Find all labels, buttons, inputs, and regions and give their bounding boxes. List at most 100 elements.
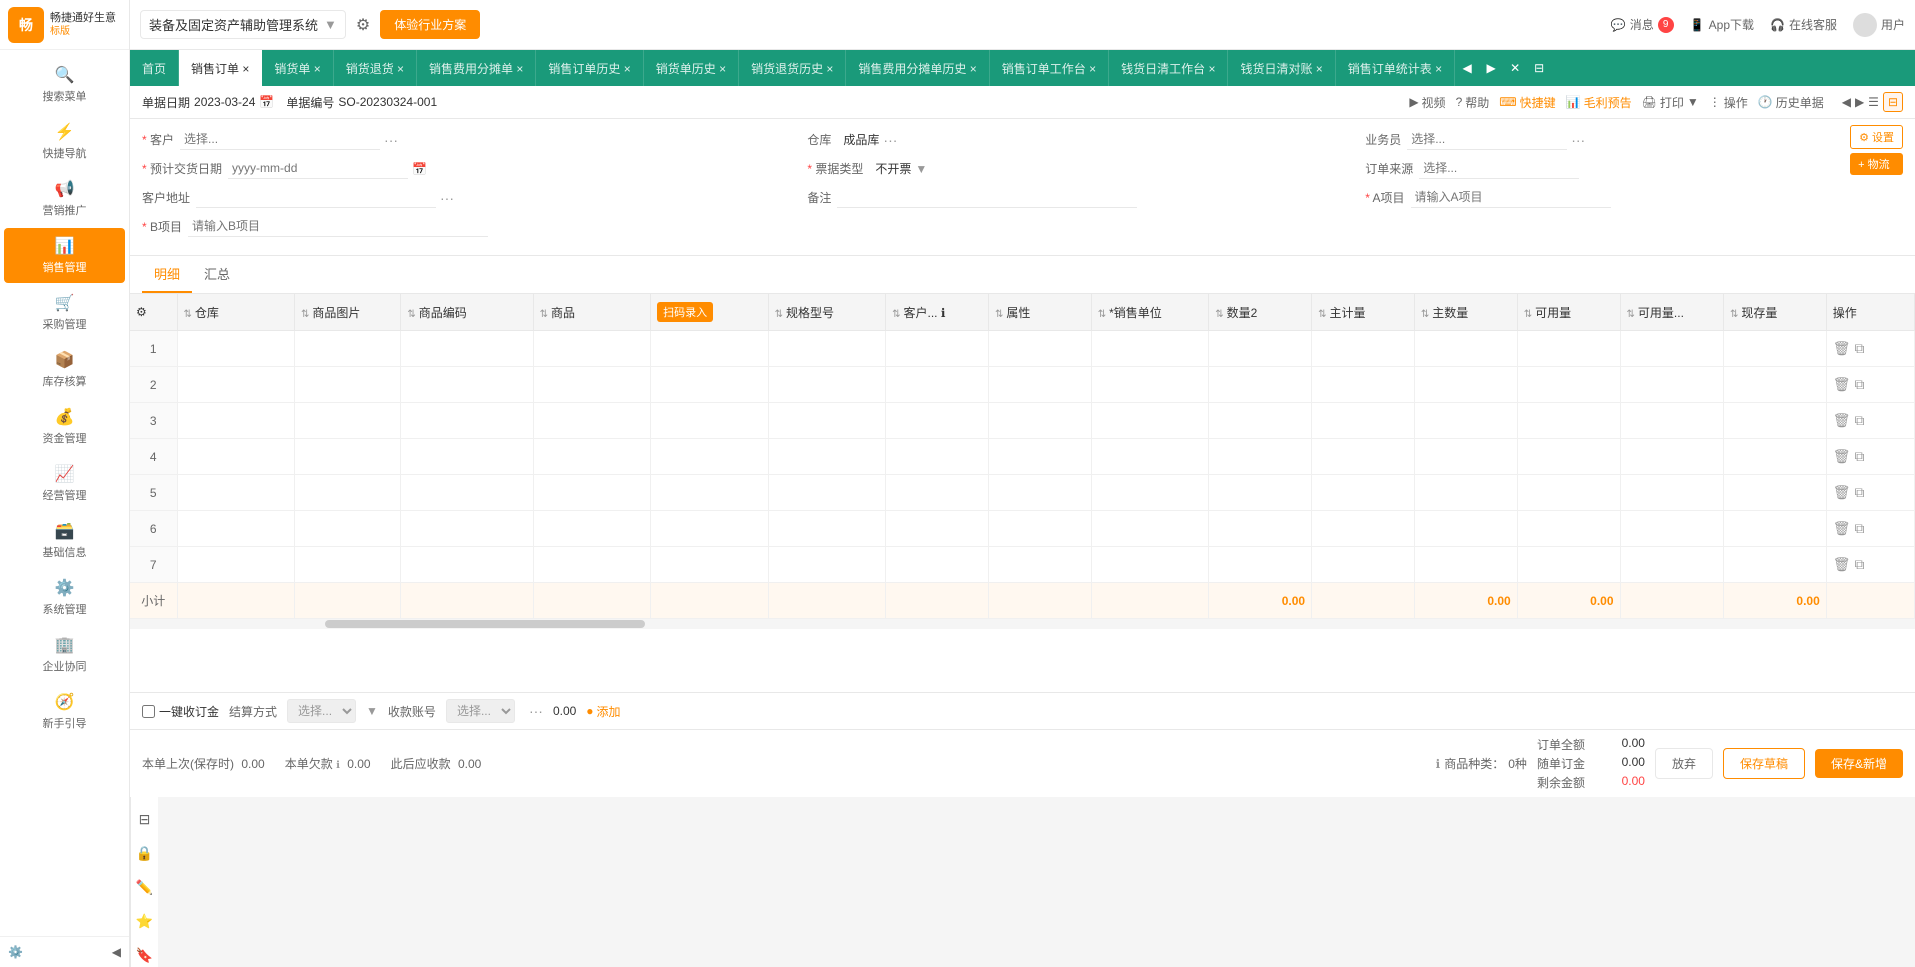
row-spec-2[interactable] [768, 367, 886, 403]
row-unit-1[interactable] [1091, 331, 1209, 367]
row-qty2-1[interactable] [1209, 331, 1312, 367]
delete-row-6-btn[interactable]: 🗑 [1833, 520, 1851, 537]
row-main-qty-1[interactable] [1414, 331, 1517, 367]
tab-sales-order-history[interactable]: 销售订单历史 × [536, 50, 643, 86]
ops-btn[interactable]: ⋮ 操作 [1709, 94, 1748, 111]
sidebar-item-guide[interactable]: 🧭 新手引导 [4, 684, 125, 739]
row-stock-2[interactable] [1723, 367, 1826, 403]
collapse-icon[interactable]: ◀ [112, 945, 121, 959]
user-btn[interactable]: 用户 [1853, 13, 1905, 37]
warehouse-more-btn[interactable]: ··· [883, 132, 897, 148]
view-video-btn[interactable]: ▶ 视频 [1409, 94, 1445, 111]
sidebar-item-inventory[interactable]: 📦 库存核算 [4, 342, 125, 397]
row-warehouse-3[interactable] [177, 403, 295, 439]
delete-row-3-btn[interactable]: 🗑 [1833, 412, 1851, 429]
save-new-button[interactable]: 保存&新增 [1815, 749, 1903, 778]
address-input[interactable] [196, 187, 436, 208]
tab-sales-stats[interactable]: 销售订单统计表 × [1336, 50, 1455, 86]
receipt-account-select[interactable]: 选择... [446, 699, 515, 723]
customer-more-btn[interactable]: ··· [384, 132, 398, 148]
tab-summary[interactable]: 汇总 [192, 256, 242, 293]
col-scan[interactable]: 扫码录入 [651, 294, 769, 331]
row-avail2-1[interactable] [1620, 331, 1723, 367]
add-logistics-button[interactable]: + 物流 [1850, 153, 1903, 175]
tab-invoice-history[interactable]: 销货单历史 × [644, 50, 739, 86]
delete-row-2-btn[interactable]: 🗑 [1833, 376, 1851, 393]
scrollbar-thumb[interactable] [325, 620, 645, 628]
remark-input[interactable] [837, 187, 1137, 208]
tab-sales-expense[interactable]: 销售费用分摊单 × [417, 50, 536, 86]
row-avail-1[interactable] [1517, 331, 1620, 367]
tab-close-all-btn[interactable]: ✕ [1503, 50, 1527, 86]
delivery-date-input[interactable] [228, 158, 408, 179]
row-image-2[interactable] [295, 367, 401, 403]
row-customer-1[interactable] [886, 331, 989, 367]
delete-row-1-btn[interactable]: 🗑 [1833, 340, 1851, 357]
sidebar-item-finance[interactable]: 💰 资金管理 [4, 399, 125, 454]
invoice-dropdown-icon[interactable]: ▼ [915, 162, 927, 176]
row-scan-2[interactable] [651, 367, 769, 403]
tab-cash-reconcile[interactable]: 钱货日清对账 × [1228, 50, 1335, 86]
add-payment-btn[interactable]: ● 添加 [586, 703, 620, 720]
calendar-icon[interactable]: 📅 [259, 95, 274, 109]
payment-method-select[interactable]: 选择... [287, 699, 356, 723]
settings-button[interactable]: ⚙ 设置 [1850, 125, 1903, 149]
receipt-more-btn[interactable]: ··· [529, 703, 543, 719]
calendar2-icon[interactable]: 📅 [412, 162, 427, 176]
row-stock-1[interactable] [1723, 331, 1826, 367]
right-panel-btn-5[interactable]: 🔖 [133, 943, 157, 967]
help-btn[interactable]: ? 帮助 [1456, 94, 1490, 111]
row-customer-2[interactable] [886, 367, 989, 403]
copy-row-3-btn[interactable]: ⧉ [1855, 412, 1865, 429]
horizontal-scrollbar[interactable] [130, 619, 1915, 629]
row-code-2[interactable] [401, 367, 533, 403]
tab-sales-order[interactable]: 销售订单 × [179, 50, 262, 86]
copy-row-4-btn[interactable]: ⧉ [1855, 448, 1865, 465]
sidebar-item-basic[interactable]: 🗃️ 基础信息 [4, 513, 125, 568]
right-panel-btn-3[interactable]: ✏️ [133, 875, 157, 899]
prev-record-btn[interactable]: ◀ [1842, 92, 1851, 112]
address-more-btn[interactable]: ··· [440, 190, 454, 206]
copy-row-6-btn[interactable]: ⧉ [1855, 520, 1865, 537]
shortcut-btn[interactable]: ⌨ 快捷键 [1499, 94, 1555, 111]
tab-cash-workbench[interactable]: 钱货日清工作台 × [1109, 50, 1228, 86]
print-btn[interactable]: 🖨 打印 ▼ [1642, 94, 1699, 111]
save-draft-button[interactable]: 保存草稿 [1723, 748, 1805, 779]
sidebar-item-system[interactable]: ⚙️ 系统管理 [4, 570, 125, 625]
sidebar-item-enterprise[interactable]: 🏢 企业协同 [4, 627, 125, 682]
tab-expense-history[interactable]: 销售费用分摊单历史 × [846, 50, 989, 86]
row-scan-1[interactable] [651, 331, 769, 367]
copy-row-2-btn[interactable]: ⧉ [1855, 376, 1865, 393]
online-service-btn[interactable]: 🎧 在线客服 [1770, 16, 1837, 33]
row-warehouse-2[interactable] [177, 367, 295, 403]
scan-input-btn[interactable]: 扫码录入 [657, 302, 713, 322]
right-panel-btn-1[interactable]: ⊟ [133, 807, 157, 831]
sidebar-item-ops[interactable]: 📈 经营管理 [4, 456, 125, 511]
tab-menu-btn[interactable]: ⊟ [1527, 50, 1551, 86]
messages-btn[interactable]: 💬 消息 9 [1611, 16, 1674, 33]
row-attr-1[interactable] [988, 331, 1091, 367]
right-panel-btn-4[interactable]: ⭐ [133, 909, 157, 933]
next-record-btn[interactable]: ▶ [1855, 92, 1864, 112]
row-warehouse-1[interactable] [177, 331, 295, 367]
row-avail2-2[interactable] [1620, 367, 1723, 403]
sidebar-item-marketing[interactable]: 📢 营销推广 [4, 171, 125, 226]
quick-checkout-checkbox[interactable] [142, 705, 155, 718]
layout-btn1[interactable]: ☰ [1868, 92, 1879, 112]
row-code-1[interactable] [401, 331, 533, 367]
tab-home[interactable]: 首页 [130, 50, 179, 86]
row-goods-1[interactable] [533, 331, 651, 367]
discard-button[interactable]: 放弃 [1655, 748, 1713, 779]
copy-row-1-btn[interactable]: ⧉ [1855, 340, 1865, 357]
salesperson-more-btn[interactable]: ··· [1571, 132, 1585, 148]
settings-icon-btn[interactable]: ⚙ [356, 15, 370, 35]
row-goods-2[interactable] [533, 367, 651, 403]
delete-row-4-btn[interactable]: 🗑 [1833, 448, 1851, 465]
row-image-1[interactable] [295, 331, 401, 367]
delete-row-7-btn[interactable]: 🗑 [1833, 556, 1851, 573]
tab-prev-btn[interactable]: ◀ [1455, 50, 1479, 86]
tab-return-history[interactable]: 销货退货历史 × [739, 50, 846, 86]
right-panel-btn-2[interactable]: 🔒 [133, 841, 157, 865]
sidebar-item-purchase[interactable]: 🛒 采购管理 [4, 285, 125, 340]
settings-gear-icon[interactable]: ⚙️ [8, 945, 23, 959]
